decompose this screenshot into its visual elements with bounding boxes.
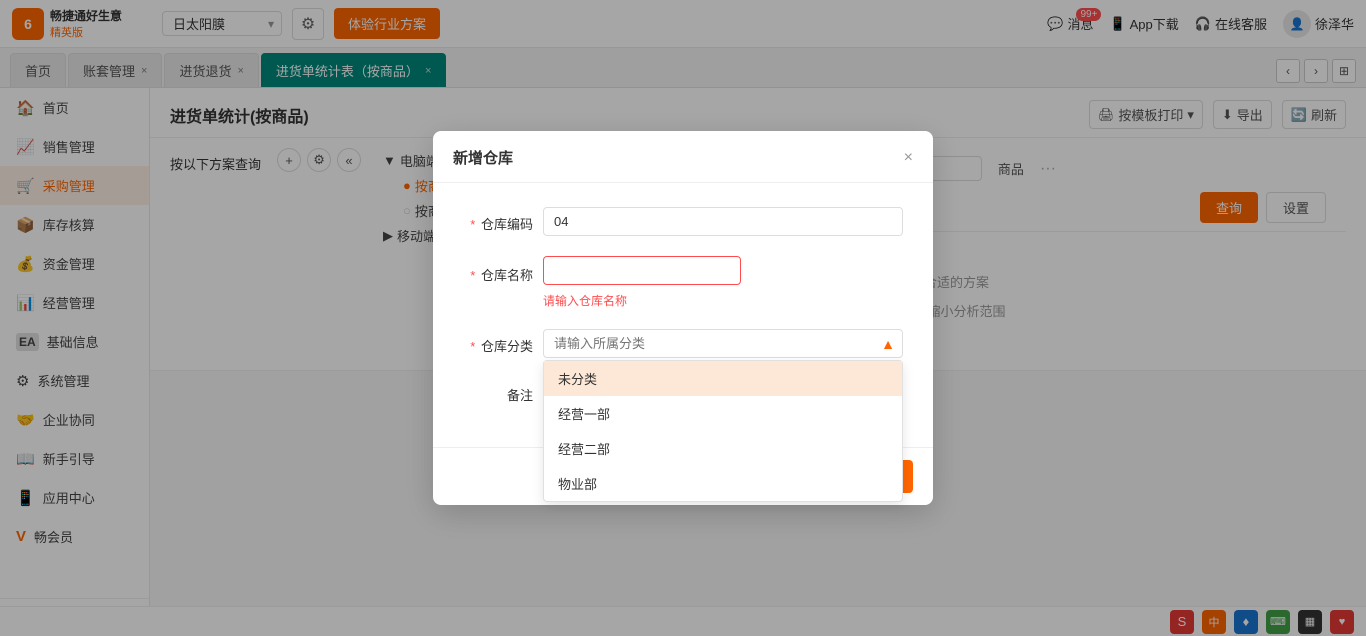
code-input[interactable] — [543, 207, 903, 236]
category-input[interactable] — [543, 329, 903, 358]
modal-title: 新增仓库 — [453, 147, 513, 168]
modal-close-btn[interactable]: × — [904, 149, 913, 167]
modal-body: * 仓库编码 * 仓库名称 请输入仓库名称 — [433, 183, 933, 447]
required-star-code: * — [470, 217, 475, 232]
code-label: * 仓库编码 — [463, 214, 533, 233]
remark-label: 备注 — [463, 385, 533, 404]
name-input[interactable] — [543, 256, 741, 285]
modal-overlay: 新增仓库 × * 仓库编码 * 仓库名称 — [0, 0, 1366, 636]
category-label: * 仓库分类 — [463, 336, 533, 355]
dropdown-item-2[interactable]: 经营二部 — [544, 431, 902, 466]
dropdown-item-3[interactable]: 物业部 — [544, 466, 902, 501]
category-dropdown: 未分类 经营一部 经营二部 物业部 — [543, 360, 903, 502]
required-star-category: * — [470, 339, 475, 354]
form-row-name: * 仓库名称 请输入仓库名称 — [463, 256, 903, 309]
required-star-name: * — [470, 268, 475, 283]
name-label: * 仓库名称 — [463, 265, 533, 284]
form-row-code: * 仓库编码 — [463, 207, 903, 236]
modal-new-warehouse: 新增仓库 × * 仓库编码 * 仓库名称 — [433, 131, 933, 505]
modal-header: 新增仓库 × — [433, 131, 933, 183]
category-arrow-icon[interactable]: ▲ — [881, 336, 895, 352]
category-wrap: ▲ 未分类 经营一部 经营二部 物业部 — [543, 329, 903, 358]
form-row-category: * 仓库分类 ▲ 未分类 经营一部 经营二部 物业部 — [463, 329, 903, 358]
dropdown-item-0[interactable]: 未分类 — [544, 361, 902, 396]
dropdown-item-1[interactable]: 经营一部 — [544, 396, 902, 431]
name-error-msg: 请输入仓库名称 — [543, 292, 627, 309]
